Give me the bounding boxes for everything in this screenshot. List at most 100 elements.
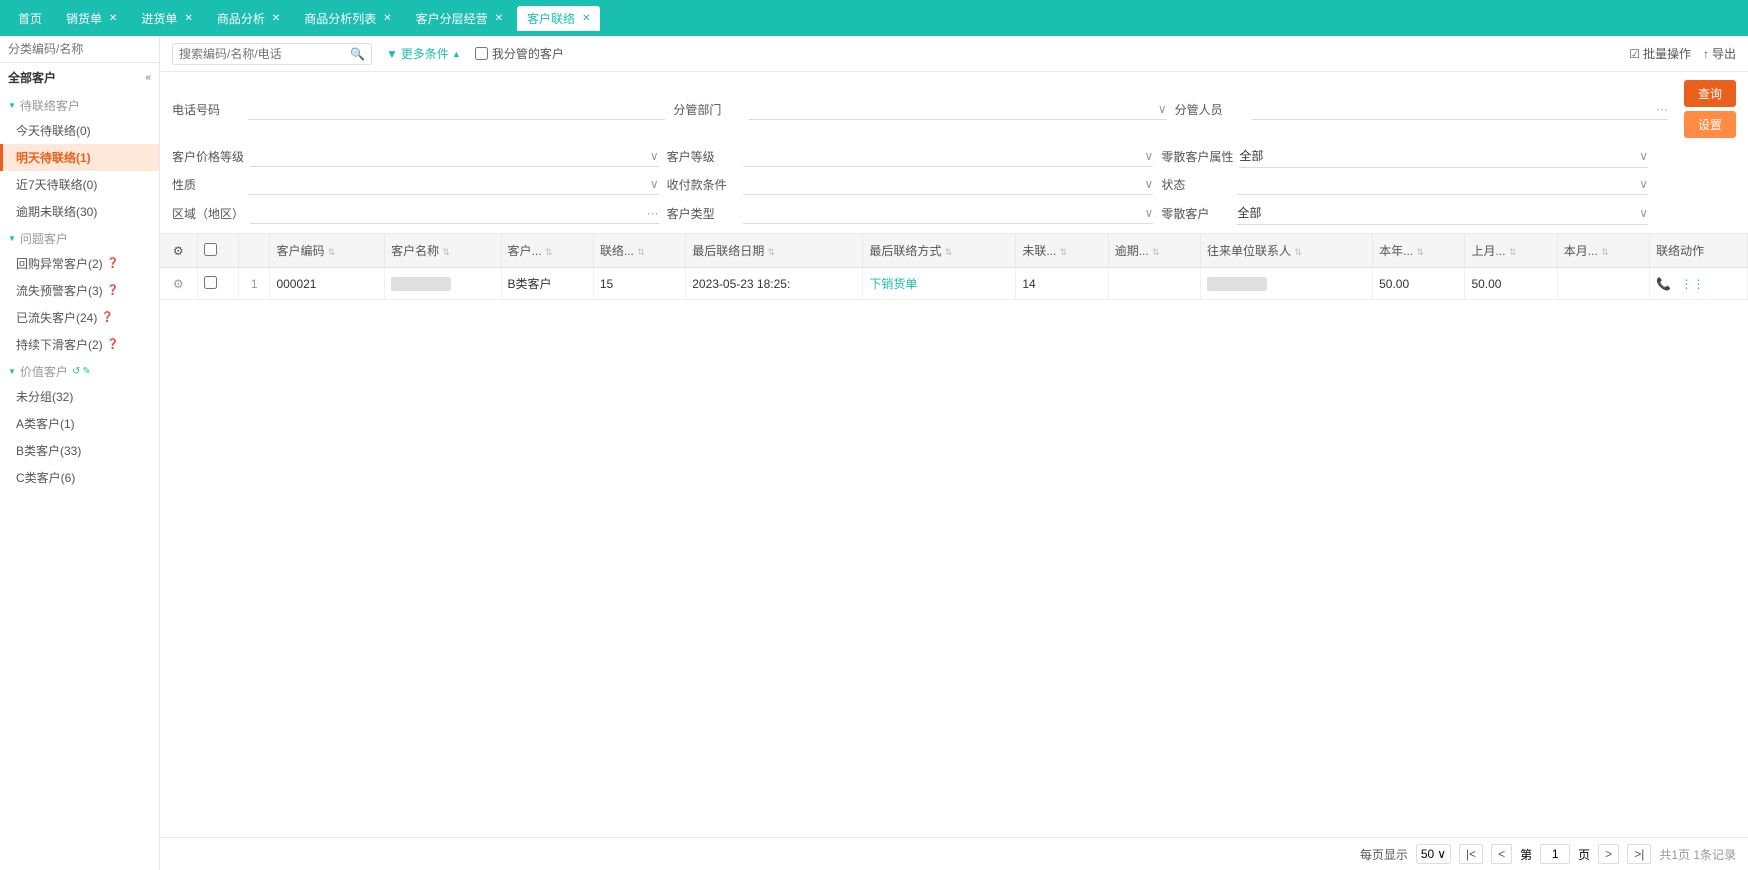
help-icon-3[interactable]: ❓ <box>107 339 119 350</box>
nav-product-analysis-list[interactable]: 商品分析列表 ✕ <box>294 6 401 31</box>
th-code[interactable]: 客户编码 ⇅ <box>270 234 385 268</box>
th-contact[interactable]: 联络... ⇅ <box>593 234 685 268</box>
filter-customer-level: 客户等级 ∨ <box>667 146 1154 167</box>
th-this-year[interactable]: 本年... ⇅ <box>1373 234 1465 268</box>
page-label: 第 <box>1520 846 1532 863</box>
retail-attr-select[interactable]: 全部 ∨ <box>1239 144 1648 168</box>
row-last-contact-method[interactable]: 下销货单 <box>863 268 1016 300</box>
region-input[interactable]: ··· <box>250 203 659 224</box>
nav-home[interactable]: 首页 <box>8 6 52 31</box>
action-contact-icon[interactable]: 📞 <box>1656 277 1671 291</box>
nav-customer-tier[interactable]: 客户分层经营 ✕ <box>406 6 513 31</box>
row-select-checkbox[interactable] <box>204 276 217 289</box>
sidebar-item-class-b[interactable]: B类客户(33) <box>0 437 159 464</box>
row-gear[interactable]: ⚙ <box>160 268 197 300</box>
th-uncontacted[interactable]: 未联... ⇅ <box>1016 234 1108 268</box>
person-input[interactable]: ··· <box>1251 99 1668 120</box>
th-contact-person[interactable]: 往来单位联系人 ⇅ <box>1201 234 1373 268</box>
search-input[interactable] <box>179 47 350 61</box>
search-icon[interactable]: 🔍 <box>350 47 365 61</box>
price-level-select[interactable]: ∨ <box>250 146 659 167</box>
retail-customer-select[interactable]: 全部 ∨ <box>1237 201 1648 225</box>
nav-purchase-order[interactable]: 进货单 ✕ <box>131 6 202 31</box>
help-icon-2[interactable]: ❓ <box>101 312 113 323</box>
export-btn[interactable]: ↑ 导出 <box>1703 45 1736 62</box>
customer-level-select[interactable]: ∨ <box>743 146 1154 167</box>
select-all-checkbox[interactable] <box>204 243 217 256</box>
nature-select[interactable]: ∨ <box>248 174 659 195</box>
edit-icon[interactable]: ✎ <box>82 366 90 377</box>
dept-arrow-icon: ∨ <box>1158 102 1167 116</box>
prev-page-btn[interactable]: < <box>1491 844 1512 864</box>
sidebar-item-churned[interactable]: 已流失客户(24) ❓ <box>0 304 159 331</box>
nav-close-product-analysis-list[interactable]: ✕ <box>383 13 391 24</box>
nav-close-product-analysis[interactable]: ✕ <box>272 13 280 24</box>
last-page-btn[interactable]: >| <box>1627 844 1651 864</box>
sidebar-search-input[interactable] <box>8 42 160 56</box>
row-actions: 📞 ⋮⋮ <box>1650 268 1748 300</box>
th-last-contact-method[interactable]: 最后联络方式 ⇅ <box>863 234 1016 268</box>
top-nav: 首页 销货单 ✕ 进货单 ✕ 商品分析 ✕ 商品分析列表 ✕ 客户分层经营 ✕ … <box>0 0 1748 36</box>
sidebar-item-repurchase-abnormal[interactable]: 回购异常客户(2) ❓ <box>0 250 159 277</box>
sidebar-item-overdue-contact[interactable]: 逾期未联络(30) <box>0 198 159 225</box>
nav-close-customer-tier[interactable]: ✕ <box>495 13 503 24</box>
filter-icon: ▼ <box>386 47 398 61</box>
sort-icon-last-method: ⇅ <box>945 247 953 257</box>
page-size-arrow-icon: ∨ <box>1437 847 1446 861</box>
nav-product-analysis[interactable]: 商品分析 ✕ <box>207 6 290 31</box>
sidebar-item-churn-warning[interactable]: 流失预警客户(3) ❓ <box>0 277 159 304</box>
next-page-btn[interactable]: > <box>1598 844 1619 864</box>
setting-button[interactable]: 设置 <box>1684 111 1736 138</box>
customer-type-arrow-icon: ∨ <box>1145 206 1154 220</box>
page-size-select[interactable]: 50 ∨ <box>1416 844 1451 864</box>
refresh-icon[interactable]: ↺ <box>72 366 80 377</box>
nav-customer-contact[interactable]: 客户联络 ✕ <box>517 6 600 31</box>
first-page-btn[interactable]: |< <box>1459 844 1483 864</box>
my-customers-checkbox[interactable] <box>475 47 488 60</box>
help-icon-0[interactable]: ❓ <box>107 258 119 269</box>
status-select[interactable]: ∨ <box>1237 174 1648 195</box>
batch-operation-btn[interactable]: ☑ 批量操作 <box>1629 45 1691 62</box>
filter-payment-terms: 收付款条件 ∨ <box>667 174 1154 195</box>
filter-person: 分管人员 ··· <box>1175 99 1668 120</box>
sidebar-all-customers-label: 全部客户 <box>8 69 56 86</box>
person-dots-icon[interactable]: ··· <box>1656 102 1668 116</box>
page-input[interactable] <box>1540 844 1570 864</box>
sidebar-item-tomorrow-contact[interactable]: 明天待联络(1) <box>0 144 159 171</box>
payment-terms-select[interactable]: ∨ <box>743 174 1154 195</box>
th-overdue[interactable]: 逾期... ⇅ <box>1108 234 1200 268</box>
th-name[interactable]: 客户名称 ⇅ <box>385 234 501 268</box>
th-last-month[interactable]: 上月... ⇅ <box>1465 234 1557 268</box>
th-this-month[interactable]: 本月... ⇅ <box>1557 234 1649 268</box>
chevron-up-icon: ▲ <box>452 49 461 59</box>
customer-type-select[interactable]: ∨ <box>743 203 1154 224</box>
nav-close-customer-contact[interactable]: ✕ <box>582 13 590 24</box>
my-customers-checkbox-container: 我分管的客户 <box>475 45 564 62</box>
th-last-contact-date[interactable]: 最后联络日期 ⇅ <box>686 234 863 268</box>
th-checkbox <box>197 234 238 268</box>
sidebar-item-class-a[interactable]: A类客户(1) <box>0 410 159 437</box>
sort-icon-this-month: ⇅ <box>1601 247 1609 257</box>
row-customer-type: B类客户 <box>501 268 593 300</box>
sidebar-item-class-c[interactable]: C类客户(6) <box>0 464 159 491</box>
sidebar-item-today-contact[interactable]: 今天待联络(0) <box>0 117 159 144</box>
right-actions: ☑ 批量操作 ↑ 导出 <box>1629 45 1736 62</box>
nav-close-sales-order[interactable]: ✕ <box>109 13 117 24</box>
help-icon-1[interactable]: ❓ <box>107 285 119 296</box>
last-contact-link[interactable]: 下销货单 <box>869 277 917 291</box>
sidebar-item-ungrouped[interactable]: 未分组(32) <box>0 383 159 410</box>
sidebar-all-customers[interactable]: 全部客户 « <box>0 63 159 92</box>
sidebar-item-7days-contact[interactable]: 近7天待联络(0) <box>0 171 159 198</box>
action-more-icon[interactable]: ⋮⋮ <box>1680 277 1704 291</box>
th-customer-type[interactable]: 客户... ⇅ <box>501 234 593 268</box>
dept-select[interactable]: ∨ <box>749 99 1166 120</box>
region-dots-icon[interactable]: ··· <box>647 206 659 220</box>
phone-input[interactable] <box>248 99 665 120</box>
sidebar-item-declining[interactable]: 持续下滑客户(2) ❓ <box>0 331 159 358</box>
nav-sales-order[interactable]: 销货单 ✕ <box>56 6 127 31</box>
more-conditions-btn[interactable]: ▼ 更多条件 ▲ <box>380 42 467 65</box>
nav-close-purchase-order[interactable]: ✕ <box>184 13 192 24</box>
th-gear[interactable]: ⚙ <box>160 234 197 268</box>
search-box[interactable]: 🔍 <box>172 43 372 65</box>
query-button[interactable]: 查询 <box>1684 80 1736 107</box>
